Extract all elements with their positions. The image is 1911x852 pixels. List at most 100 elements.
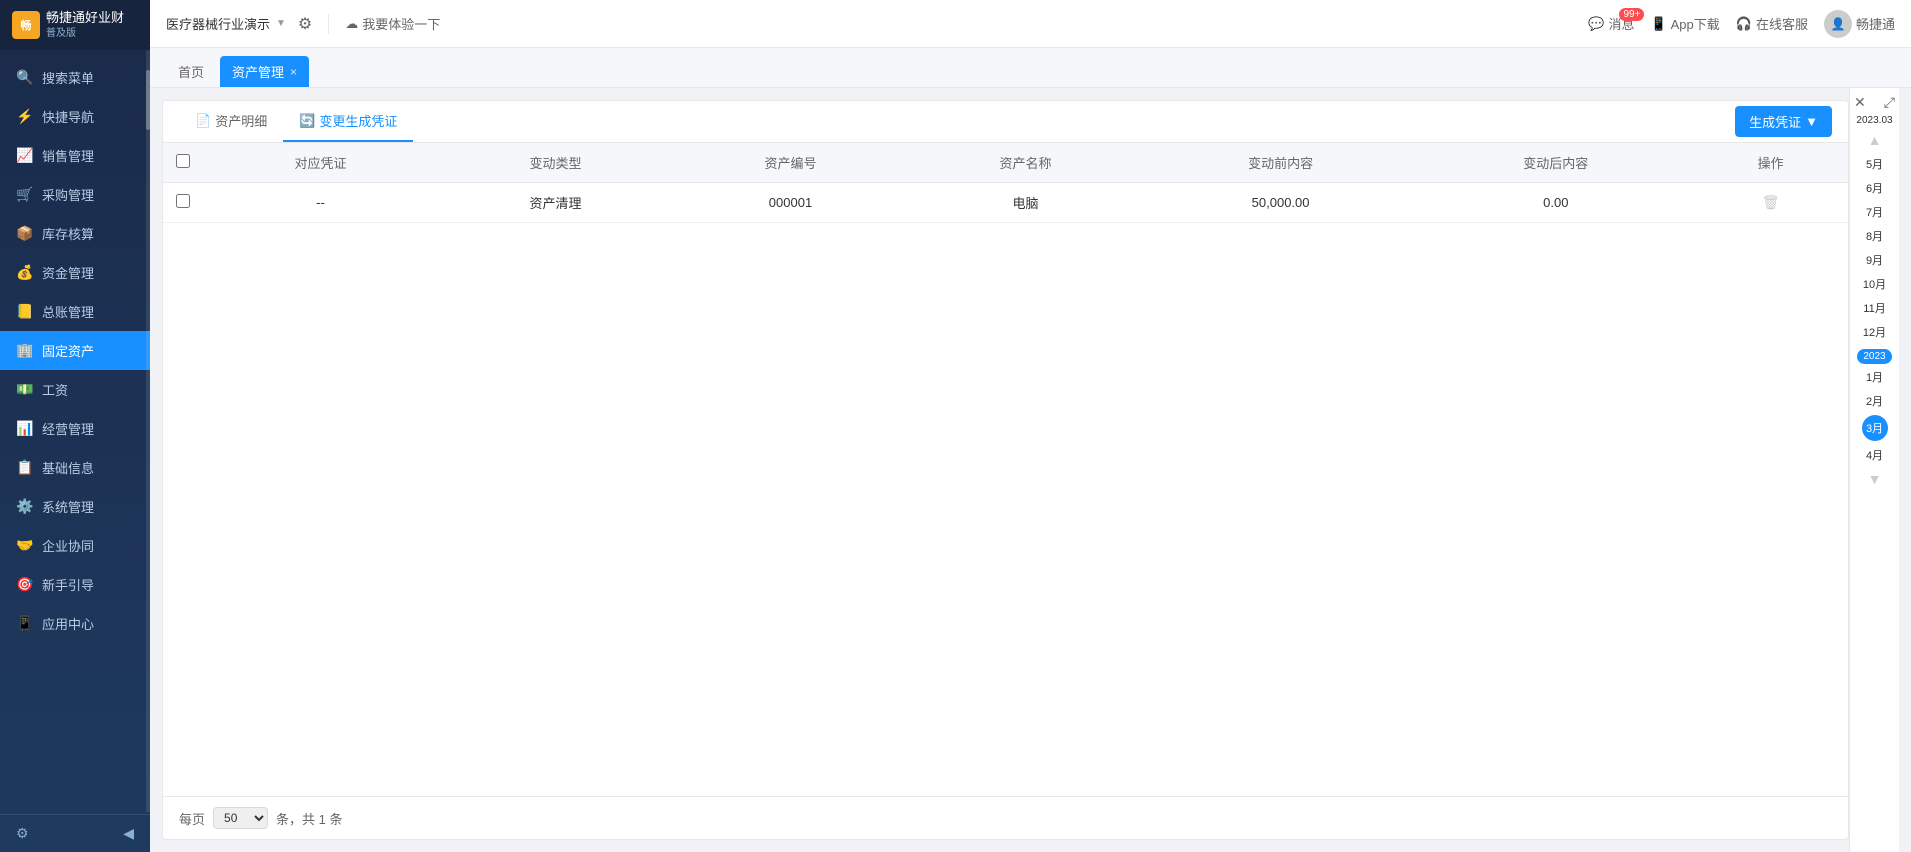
cell-after-change: 0.00 (1418, 183, 1693, 223)
sidebar-item-quick-nav[interactable]: ⚡ 快捷导航 (0, 97, 150, 136)
col-change-type: 变动类型 (438, 143, 673, 183)
timeline-container: ▲ 5月 6月 7月 8月 9月 10月 11月 12月 2023 1月 2月 … (1850, 128, 1899, 848)
app-download-button[interactable]: 📱 App下载 (1650, 14, 1719, 33)
online-service-button[interactable]: 🎧 在线客服 (1736, 14, 1808, 33)
timeline-item-mar-active[interactable]: 3月 (1862, 415, 1888, 441)
sidebar-item-fixed-assets[interactable]: 🏢 固定资产 (0, 331, 150, 370)
col-asset-code: 资产编号 (673, 143, 908, 183)
search-icon: 🔍 (16, 69, 34, 86)
tab-close-icon[interactable]: × (290, 65, 297, 79)
app-center-icon: 📱 (16, 615, 34, 632)
scroll-up-icon[interactable]: ▲ (1864, 128, 1886, 152)
sidebar-item-ledger[interactable]: 📒 总账管理 (0, 292, 150, 331)
sidebar-item-label: 搜索菜单 (42, 68, 94, 87)
sidebar-item-inventory[interactable]: 📦 库存核算 (0, 214, 150, 253)
sidebar-item-system[interactable]: ⚙️ 系统管理 (0, 487, 150, 526)
page-content: 📄 资产明细 🔄 变更生成凭证 生成凭证 ▼ (162, 100, 1849, 840)
inventory-icon: 📦 (16, 225, 34, 242)
operation-icon: 📊 (16, 420, 34, 437)
system-icon: ⚙️ (16, 498, 34, 515)
sub-tabs: 📄 资产明细 🔄 变更生成凭证 生成凭证 ▼ (163, 101, 1848, 143)
sidebar-logo: 畅 畅捷通好业财 普及版 (0, 0, 150, 50)
cell-voucher: -- (203, 183, 438, 223)
tab-label: 资产管理 (232, 62, 284, 81)
tabbar: 首页 资产管理 × (150, 48, 1911, 88)
sidebar-item-label: 销售管理 (42, 146, 94, 165)
timeline-item-jan[interactable]: 1月 (1850, 365, 1899, 389)
timeline-item-9[interactable]: 9月 (1850, 248, 1899, 272)
change-voucher-table: 对应凭证 变动类型 资产编号 资产名称 变动前内容 变动后内容 操作 (163, 143, 1848, 223)
document-icon: 📄 (195, 113, 211, 129)
topbar: 医疗器械行业演示 ▼ ⚙ ☁ 我要体验一下 💬 消息 99+ 📱 App下载 🎧… (150, 0, 1911, 48)
year-badge[interactable]: 2023 (1857, 349, 1891, 364)
user-menu-button[interactable]: 👤 畅捷通 (1824, 10, 1895, 38)
sidebar-item-label: 应用中心 (42, 614, 94, 633)
timeline-item-8[interactable]: 8月 (1850, 224, 1899, 248)
username: 畅捷通 (1856, 14, 1895, 33)
cell-asset-name: 电脑 (908, 183, 1143, 223)
row-checkbox[interactable] (176, 194, 190, 208)
app-download-label: App下载 (1671, 14, 1720, 33)
per-page-select[interactable]: 50 10 20 100 (213, 807, 268, 829)
feedback-button[interactable]: ☁ 我要体验一下 (345, 14, 440, 33)
app-download-icon: 📱 (1650, 16, 1666, 32)
sidebar-item-app-center[interactable]: 📱 应用中心 (0, 604, 150, 643)
settings-icon[interactable]: ⚙ (16, 825, 29, 842)
company-selector[interactable]: 医疗器械行业演示 ▼ (166, 14, 286, 33)
sidebar-item-label: 快捷导航 (42, 107, 94, 126)
sidebar-nav: 🔍 搜索菜单 ⚡ 快捷导航 📈 销售管理 🛒 采购管理 📦 库存核算 💰 资金管… (0, 50, 150, 814)
chevron-down-icon: ▼ (276, 18, 286, 29)
timeline-item-apr[interactable]: 4月 (1850, 443, 1899, 467)
sidebar-item-label: 新手引导 (42, 575, 94, 594)
fixed-assets-icon: 🏢 (16, 342, 34, 359)
feedback-text: 我要体验一下 (362, 14, 440, 33)
divider (328, 14, 329, 34)
tab-change-voucher[interactable]: 🔄 变更生成凭证 (283, 101, 413, 142)
sidebar-item-search[interactable]: 🔍 搜索菜单 (0, 58, 150, 97)
sales-icon: 📈 (16, 147, 34, 164)
timeline-item-feb[interactable]: 2月 (1850, 389, 1899, 413)
tab-label: 资产明细 (215, 111, 267, 130)
col-after-change: 变动后内容 (1418, 143, 1693, 183)
delete-icon[interactable]: 🗑 (1762, 194, 1780, 210)
timeline-item-6[interactable]: 6月 (1850, 176, 1899, 200)
message-button[interactable]: 💬 消息 99+ (1588, 14, 1634, 33)
tab-home[interactable]: 首页 (166, 56, 216, 87)
per-page-label: 每页 (179, 809, 205, 828)
basic-info-icon: 📋 (16, 459, 34, 476)
chevron-down-icon: ▼ (1805, 114, 1818, 129)
purchase-icon: 🛒 (16, 186, 34, 203)
sidebar-item-guide[interactable]: 🎯 新手引导 (0, 565, 150, 604)
timeline-item-10[interactable]: 10月 (1850, 272, 1899, 296)
timeline-item-12[interactable]: 12月 (1850, 320, 1899, 344)
sidebar-item-purchase[interactable]: 🛒 采购管理 (0, 175, 150, 214)
sidebar-item-label: 企业协同 (42, 536, 94, 555)
sidebar-item-sales[interactable]: 📈 销售管理 (0, 136, 150, 175)
sidebar-item-basic-info[interactable]: 📋 基础信息 (0, 448, 150, 487)
collapse-icon[interactable]: ◀ (123, 825, 134, 842)
lightning-icon: ⚡ (16, 108, 34, 125)
sidebar-item-label: 系统管理 (42, 497, 94, 516)
sidebar-item-capital[interactable]: 💰 资金管理 (0, 253, 150, 292)
sidebar-item-enterprise[interactable]: 🤝 企业协同 (0, 526, 150, 565)
sidebar-item-salary[interactable]: 💵 工资 (0, 370, 150, 409)
sidebar-item-operation[interactable]: 📊 经营管理 (0, 409, 150, 448)
message-badge: 99+ (1619, 8, 1644, 21)
scroll-down-icon[interactable]: ▼ (1864, 467, 1886, 491)
tab-asset-detail[interactable]: 📄 资产明细 (179, 101, 283, 142)
generate-voucher-button[interactable]: 生成凭证 ▼ (1735, 106, 1832, 137)
timeline-item-11[interactable]: 11月 (1850, 296, 1899, 320)
gear-icon[interactable]: ⚙ (298, 14, 312, 34)
sidebar: 畅 畅捷通好业财 普及版 🔍 搜索菜单 ⚡ 快捷导航 📈 销售管理 🛒 采购管理… (0, 0, 150, 852)
capital-icon: 💰 (16, 264, 34, 281)
change-icon: 🔄 (299, 113, 315, 129)
right-panel: ✕ ⤢ 2023.03 ▲ 5月 6月 7月 8月 9月 10月 11月 12月… (1849, 88, 1899, 852)
timeline-item-5[interactable]: 5月 (1850, 152, 1899, 176)
expand-icon[interactable]: ⤢ (1884, 94, 1895, 111)
sidebar-item-label: 工资 (42, 380, 68, 399)
col-voucher: 对应凭证 (203, 143, 438, 183)
select-all-checkbox[interactable] (176, 154, 190, 168)
close-icon[interactable]: ✕ (1854, 94, 1866, 111)
tab-asset-management[interactable]: 资产管理 × (220, 56, 309, 87)
timeline-item-7[interactable]: 7月 (1850, 200, 1899, 224)
